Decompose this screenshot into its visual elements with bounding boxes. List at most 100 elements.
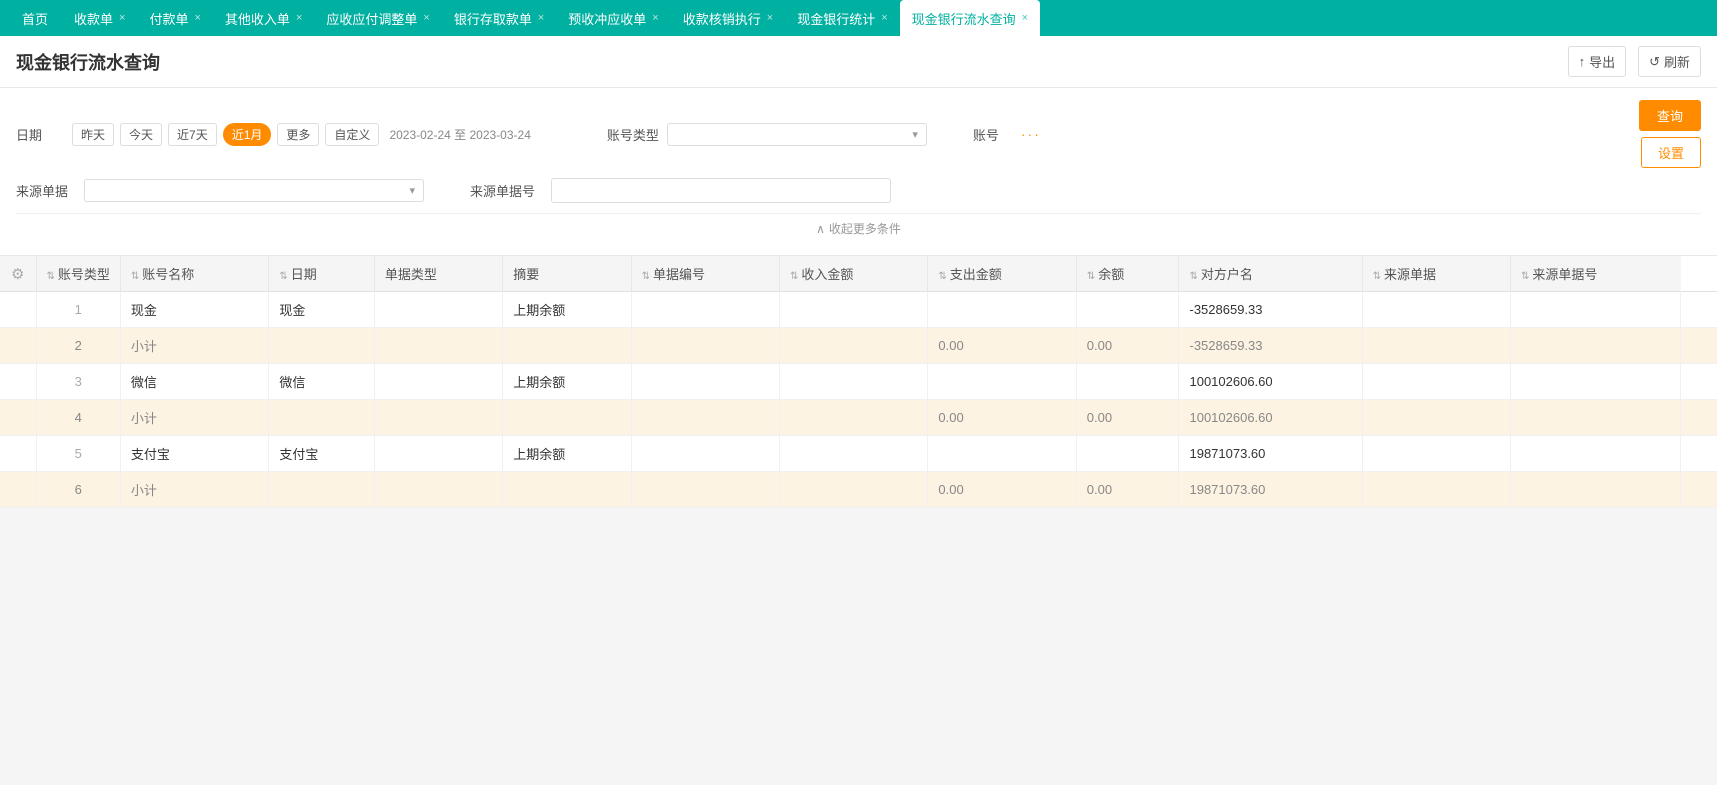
- table-container: ⚙ ⇅账号类型 ⇅账号名称 ⇅日期 单据类型 摘要 ⇅单据编号 ⇅收入金额 ⇅支…: [0, 256, 1717, 508]
- cell-balance: 19871073.60: [1179, 436, 1362, 472]
- cell-summary: [631, 328, 779, 364]
- col-doc-type[interactable]: 单据类型: [374, 256, 502, 292]
- cell-source-doc: [1511, 472, 1681, 508]
- nav-home[interactable]: 首页: [8, 9, 62, 28]
- export-button[interactable]: ↑ 导出: [1568, 46, 1627, 77]
- col-source-doc[interactable]: ⇅来源单据: [1362, 256, 1510, 292]
- settings-button[interactable]: 设置: [1641, 137, 1701, 168]
- cell-gear: [0, 472, 36, 508]
- close-tab-0-icon[interactable]: ×: [119, 12, 125, 24]
- col-source-doc-no[interactable]: ⇅来源单据号: [1511, 256, 1681, 292]
- account-more-icon[interactable]: ···: [1021, 126, 1041, 142]
- close-tab-7-icon[interactable]: ×: [881, 12, 887, 24]
- cell-gear: [0, 328, 36, 364]
- nav-tab-8[interactable]: 现金银行流水查询 ×: [900, 0, 1040, 36]
- cell-doc-no: [779, 292, 927, 328]
- cell-source-doc-no: [1681, 328, 1717, 364]
- cell-gear: [0, 364, 36, 400]
- date-btn-yesterday[interactable]: 昨天: [72, 123, 114, 146]
- close-tab-2-icon[interactable]: ×: [296, 12, 302, 24]
- cell-doc-type: 上期余额: [503, 364, 631, 400]
- collapse-arrow-icon: ∧: [816, 222, 825, 236]
- cell-doc-no: [779, 472, 927, 508]
- source-doc-num-field[interactable]: [560, 183, 882, 198]
- col-expense[interactable]: ⇅支出金额: [928, 256, 1076, 292]
- close-tab-3-icon[interactable]: ×: [423, 12, 429, 24]
- cell-balance: -3528659.33: [1179, 328, 1362, 364]
- refresh-button[interactable]: ↺ 刷新: [1638, 46, 1701, 77]
- date-btn-custom[interactable]: 自定义: [325, 123, 379, 146]
- close-tab-4-icon[interactable]: ×: [538, 12, 544, 24]
- top-navigation: 首页 收款单 × 付款单 × 其他收入单 × 应收应付调整单 × 银行存取款单 …: [0, 0, 1717, 36]
- col-summary[interactable]: 摘要: [503, 256, 631, 292]
- nav-tab-0[interactable]: 收款单 ×: [62, 0, 137, 36]
- page-header: 现金银行流水查询 ↑ 导出 ↺ 刷新: [0, 36, 1717, 88]
- cell-income: 0.00: [928, 328, 1076, 364]
- row-number: 5: [36, 436, 120, 472]
- date-btn-more[interactable]: 更多: [277, 123, 319, 146]
- nav-tab-3[interactable]: 应收应付调整单 ×: [314, 0, 441, 36]
- cell-income: [928, 292, 1076, 328]
- nav-tab-6[interactable]: 收款核销执行 ×: [671, 0, 785, 36]
- col-account-name[interactable]: ⇅账号名称: [120, 256, 268, 292]
- date-btn-today[interactable]: 今天: [120, 123, 162, 146]
- cell-counterparty: [1362, 400, 1510, 436]
- col-account-type[interactable]: ⇅账号类型: [36, 256, 120, 292]
- nav-tab-1[interactable]: 付款单 ×: [137, 0, 212, 36]
- cell-income: [928, 364, 1076, 400]
- cell-source-doc: [1511, 364, 1681, 400]
- cell-date: [374, 292, 502, 328]
- cell-doc-no: [779, 436, 927, 472]
- cell-source-doc-no: [1681, 436, 1717, 472]
- source-doc-num-input[interactable]: [551, 178, 891, 203]
- col-date[interactable]: ⇅日期: [269, 256, 375, 292]
- query-button[interactable]: 查询: [1639, 100, 1701, 131]
- cell-source-doc: [1511, 436, 1681, 472]
- cell-doc-no: [779, 328, 927, 364]
- source-doc-label: 来源单据: [16, 181, 68, 200]
- page-title: 现金银行流水查询: [16, 49, 160, 75]
- cell-income: 0.00: [928, 400, 1076, 436]
- cell-source-doc-no: [1681, 400, 1717, 436]
- account-type-select[interactable]: ▾: [667, 123, 927, 146]
- row-number: 4: [36, 400, 120, 436]
- cell-account-name: 微信: [269, 364, 375, 400]
- cell-summary: [631, 364, 779, 400]
- row-number: 3: [36, 364, 120, 400]
- cell-source-doc: [1511, 400, 1681, 436]
- close-tab-1-icon[interactable]: ×: [194, 12, 200, 24]
- cell-summary: [631, 436, 779, 472]
- cell-account-type: 现金: [120, 292, 268, 328]
- col-doc-no[interactable]: ⇅单据编号: [631, 256, 779, 292]
- cell-account-name: 现金: [269, 292, 375, 328]
- cell-gear: [0, 400, 36, 436]
- cell-balance: 100102606.60: [1179, 364, 1362, 400]
- cell-gear: [0, 292, 36, 328]
- nav-tab-2[interactable]: 其他收入单 ×: [213, 0, 314, 36]
- nav-tab-7[interactable]: 现金银行统计 ×: [785, 0, 899, 36]
- col-settings[interactable]: ⚙: [0, 256, 36, 292]
- source-doc-select[interactable]: ▾: [84, 179, 424, 202]
- date-btn-7days[interactable]: 近7天: [168, 123, 217, 146]
- table-row: 2小计0.000.00-3528659.33: [0, 328, 1717, 364]
- cell-counterparty: [1362, 328, 1510, 364]
- nav-tab-4[interactable]: 银行存取款单 ×: [442, 0, 556, 36]
- cell-counterparty: [1362, 364, 1510, 400]
- close-tab-6-icon[interactable]: ×: [767, 12, 773, 24]
- cell-source-doc-no: [1681, 364, 1717, 400]
- col-income[interactable]: ⇅收入金额: [779, 256, 927, 292]
- close-tab-5-icon[interactable]: ×: [652, 12, 658, 24]
- nav-tab-5[interactable]: 预收冲应收单 ×: [556, 0, 670, 36]
- collapse-bar[interactable]: ∧ 收起更多条件: [16, 213, 1701, 243]
- date-btn-1month[interactable]: 近1月: [223, 123, 272, 146]
- cell-income: [928, 436, 1076, 472]
- cell-expense: [1076, 292, 1179, 328]
- col-counterparty[interactable]: ⇅对方户名: [1179, 256, 1362, 292]
- cell-source-doc-no: [1681, 472, 1717, 508]
- cell-account-type: 小计: [120, 472, 268, 508]
- cell-balance: 19871073.60: [1179, 472, 1362, 508]
- close-tab-8-icon[interactable]: ×: [1022, 12, 1028, 24]
- cell-expense: 0.00: [1076, 472, 1179, 508]
- col-balance[interactable]: ⇅余额: [1076, 256, 1179, 292]
- cell-account-name: 支付宝: [269, 436, 375, 472]
